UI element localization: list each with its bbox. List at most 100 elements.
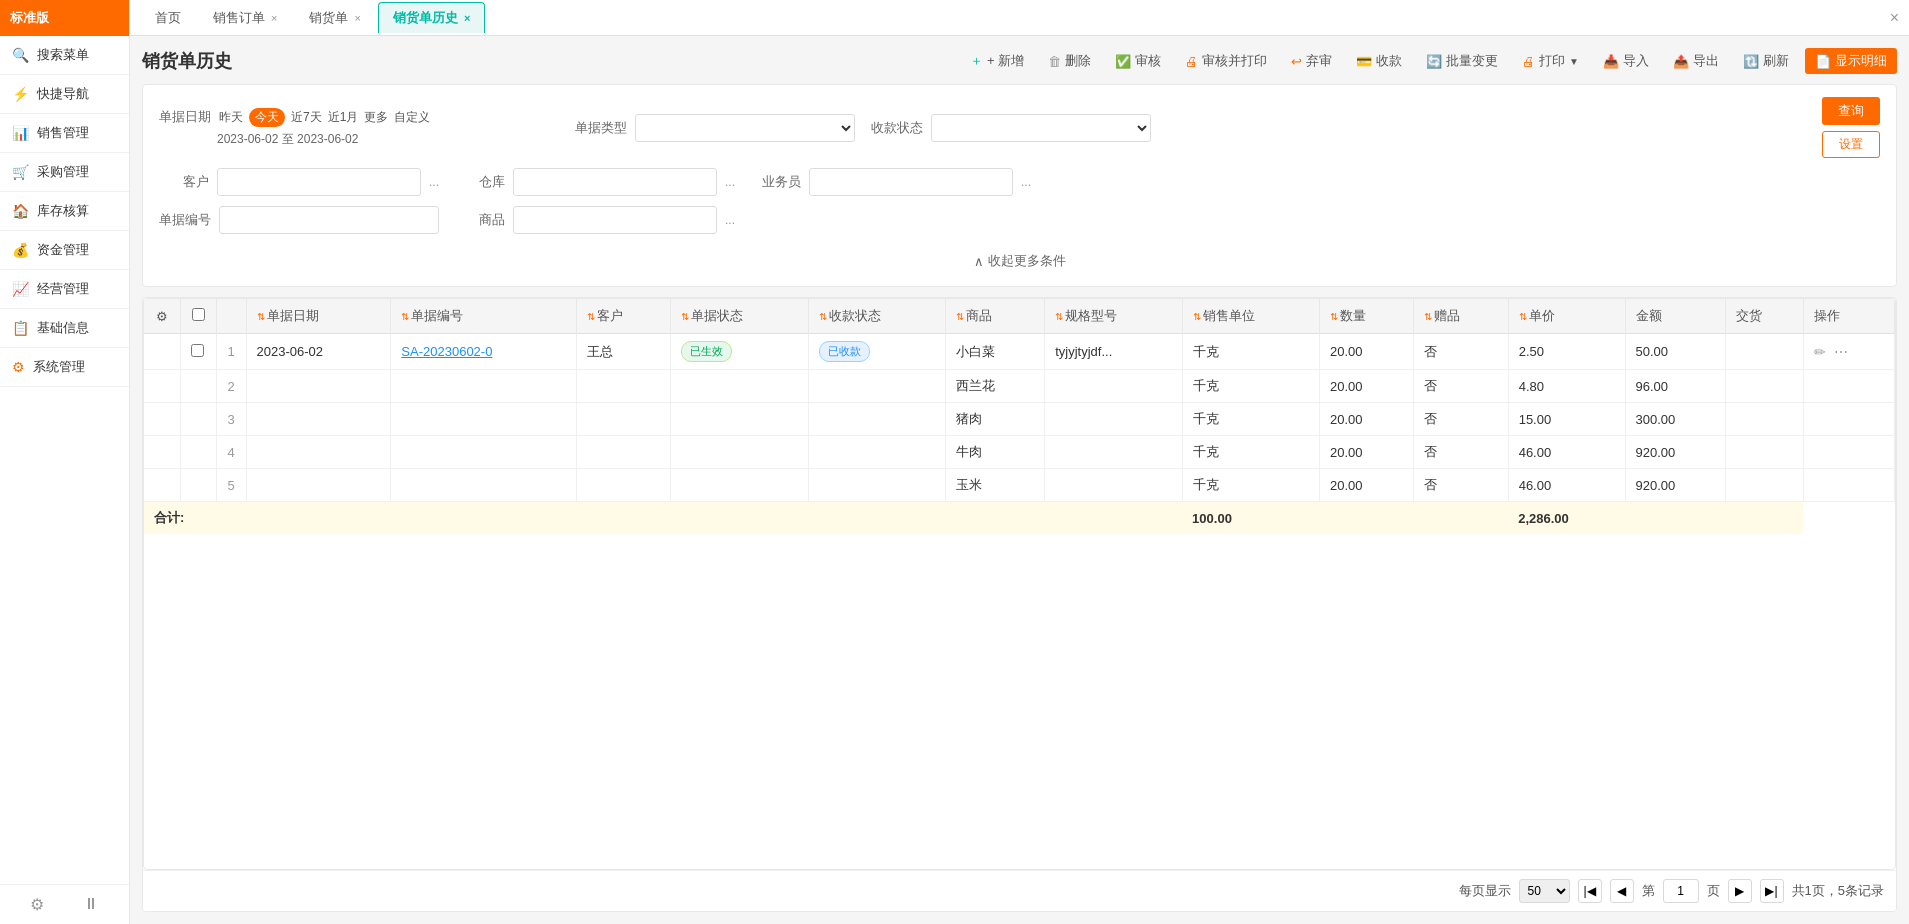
query-button[interactable]: 查询 [1822,97,1880,125]
next-page-button[interactable]: ▶ [1728,879,1752,903]
collect-status-select[interactable] [931,114,1151,142]
tab-sales-history-label: 销货单历史 [393,9,458,27]
doc-no-sort-icon: ⇅ [401,311,409,322]
more-icon-0[interactable]: ⋯ [1834,344,1848,360]
delete-button[interactable]: 🗑 删除 [1040,48,1099,74]
th-goods[interactable]: ⇅商品 [945,299,1044,334]
review-label: 审核 [1135,52,1161,70]
sidebar-item-ops-mgmt[interactable]: 📈 经营管理 [0,270,129,309]
cell-doc-status-4 [671,469,808,502]
th-checkbox[interactable] [180,299,216,334]
date-shortcut-more[interactable]: 更多 [364,109,388,126]
cell-doc-no-4[interactable] [391,469,577,502]
tab-sales-history-close[interactable]: × [464,12,470,24]
th-doc-no[interactable]: ⇅单据编号 [391,299,577,334]
tab-sales-order-close[interactable]: × [271,12,277,24]
th-collect-status[interactable]: ⇅收款状态 [808,299,945,334]
customer-input[interactable] [217,168,421,196]
docno-input[interactable] [219,206,439,234]
prev-page-button[interactable]: ◀ [1610,879,1634,903]
th-customer[interactable]: ⇅客户 [576,299,670,334]
date-shortcut-yesterday[interactable]: 昨天 [219,109,243,126]
collect-button[interactable]: 💳 收款 [1348,48,1410,74]
table-container[interactable]: ⚙ ⇅单据日期 ⇅单据编号 ⇅客户 ⇅单据状态 ⇅收款状态 ⇅商品 ⇅规格型号 … [143,298,1896,870]
sidebar-item-search-menu[interactable]: 🔍 搜索菜单 [0,36,129,75]
cell-doc-no-2[interactable] [391,403,577,436]
warehouse-dots[interactable]: ... [725,175,735,189]
th-doc-status[interactable]: ⇅单据状态 [671,299,808,334]
show-detail-button[interactable]: 📄 显示明细 [1805,48,1897,74]
staff-input[interactable] [809,168,1013,196]
date-shortcut-1month[interactable]: 近1月 [328,109,359,126]
import-button[interactable]: 📥 导入 [1595,48,1657,74]
th-gear[interactable]: ⚙ [144,299,180,334]
cell-doc-no-0[interactable]: SA-20230602-0 [391,334,577,370]
goods-dots[interactable]: ... [725,213,735,227]
collect-status-label: 收款状态 [871,119,923,137]
cell-doc-no-1[interactable] [391,370,577,403]
tab-sales-order[interactable]: 销售订单 × [198,2,292,33]
print-button[interactable]: 🖨 打印 ▼ [1514,48,1587,74]
edit-icon-0[interactable]: ✏ [1814,344,1826,360]
page-header: 销货单历史 ＋ + 新增 🗑 删除 ✅ 审核 🖨 审核并打印 [142,48,1897,74]
th-action: 操作 [1803,299,1894,334]
th-unit[interactable]: ⇅销售单位 [1182,299,1319,334]
select-all-checkbox[interactable] [192,308,205,321]
th-qty[interactable]: ⇅数量 [1319,299,1413,334]
date-shortcut-custom[interactable]: 自定义 [394,109,430,126]
per-page-select[interactable]: 50 100 200 [1519,879,1570,903]
last-page-button[interactable]: ▶| [1760,879,1784,903]
cell-checkbox-4[interactable] [180,469,216,502]
filter-settings-button[interactable]: 设置 [1822,131,1880,158]
export-button[interactable]: 📤 导出 [1665,48,1727,74]
sidebar-item-inventory-calc[interactable]: 🏠 库存核算 [0,192,129,231]
review-print-button[interactable]: 🖨 审核并打印 [1177,48,1275,74]
review-print-icon: 🖨 [1185,54,1198,69]
th-doc-date[interactable]: ⇅单据日期 [246,299,391,334]
cell-checkbox-1[interactable] [180,370,216,403]
collapse-button[interactable]: ∧ 收起更多条件 [970,248,1070,274]
customer-dots[interactable]: ... [429,175,439,189]
doc-no-link-0[interactable]: SA-20230602-0 [401,344,492,359]
th-spec[interactable]: ⇅规格型号 [1045,299,1182,334]
sidebar-item-sys-mgmt[interactable]: ⚙ 系统管理 [0,348,129,387]
sidebar-item-purchase-mgmt[interactable]: 🛒 采购管理 [0,153,129,192]
cell-checkbox-3[interactable] [180,436,216,469]
close-all-tabs-button[interactable]: × [1890,9,1899,27]
row-checkbox-0[interactable] [191,344,204,357]
th-price[interactable]: ⇅单价 [1508,299,1625,334]
sidebar-item-sales-mgmt[interactable]: 📊 销售管理 [0,114,129,153]
sidebar-item-sys-mgmt-label: 系统管理 [33,358,85,376]
review-button[interactable]: ✅ 审核 [1107,48,1169,74]
sidebar-item-fund-mgmt[interactable]: 💰 资金管理 [0,231,129,270]
tab-home[interactable]: 首页 [140,2,196,33]
batch-change-button[interactable]: 🔄 批量变更 [1418,48,1506,74]
cell-checkbox-2[interactable] [180,403,216,436]
page-input[interactable] [1663,879,1699,903]
sidebar-item-ops-mgmt-label: 经营管理 [37,280,89,298]
staff-dots[interactable]: ... [1021,175,1031,189]
sidebar-settings-icon[interactable]: ⚙ [30,895,44,914]
abandon-button[interactable]: ↩ 弃审 [1283,48,1340,74]
date-shortcut-7days[interactable]: 近7天 [291,109,322,126]
cell-checkbox-0[interactable] [180,334,216,370]
sidebar-item-basic-info[interactable]: 📋 基础信息 [0,309,129,348]
refresh-button[interactable]: 🔃 刷新 [1735,48,1797,74]
warehouse-input[interactable] [513,168,717,196]
sidebar-item-quick-nav[interactable]: ⚡ 快捷导航 [0,75,129,114]
cell-action-0: ✏⋯ [1803,334,1894,370]
first-page-button[interactable]: |◀ [1578,879,1602,903]
date-shortcut-today[interactable]: 今天 [249,108,285,127]
tab-sales-history[interactable]: 销货单历史 × [378,2,485,33]
customer-sort-icon: ⇅ [587,311,595,322]
tab-sales-goods[interactable]: 销货单 × [294,2,375,33]
tab-sales-goods-close[interactable]: × [354,12,360,24]
print-label: 打印 [1539,52,1565,70]
cell-doc-no-3[interactable] [391,436,577,469]
cell-gear-4 [144,469,180,502]
th-gift[interactable]: ⇅赠品 [1414,299,1508,334]
goods-input[interactable] [513,206,717,234]
new-button[interactable]: ＋ + 新增 [962,48,1032,74]
sidebar-collapse-icon[interactable]: ⏸ [83,895,99,914]
doc-type-select[interactable] [635,114,855,142]
